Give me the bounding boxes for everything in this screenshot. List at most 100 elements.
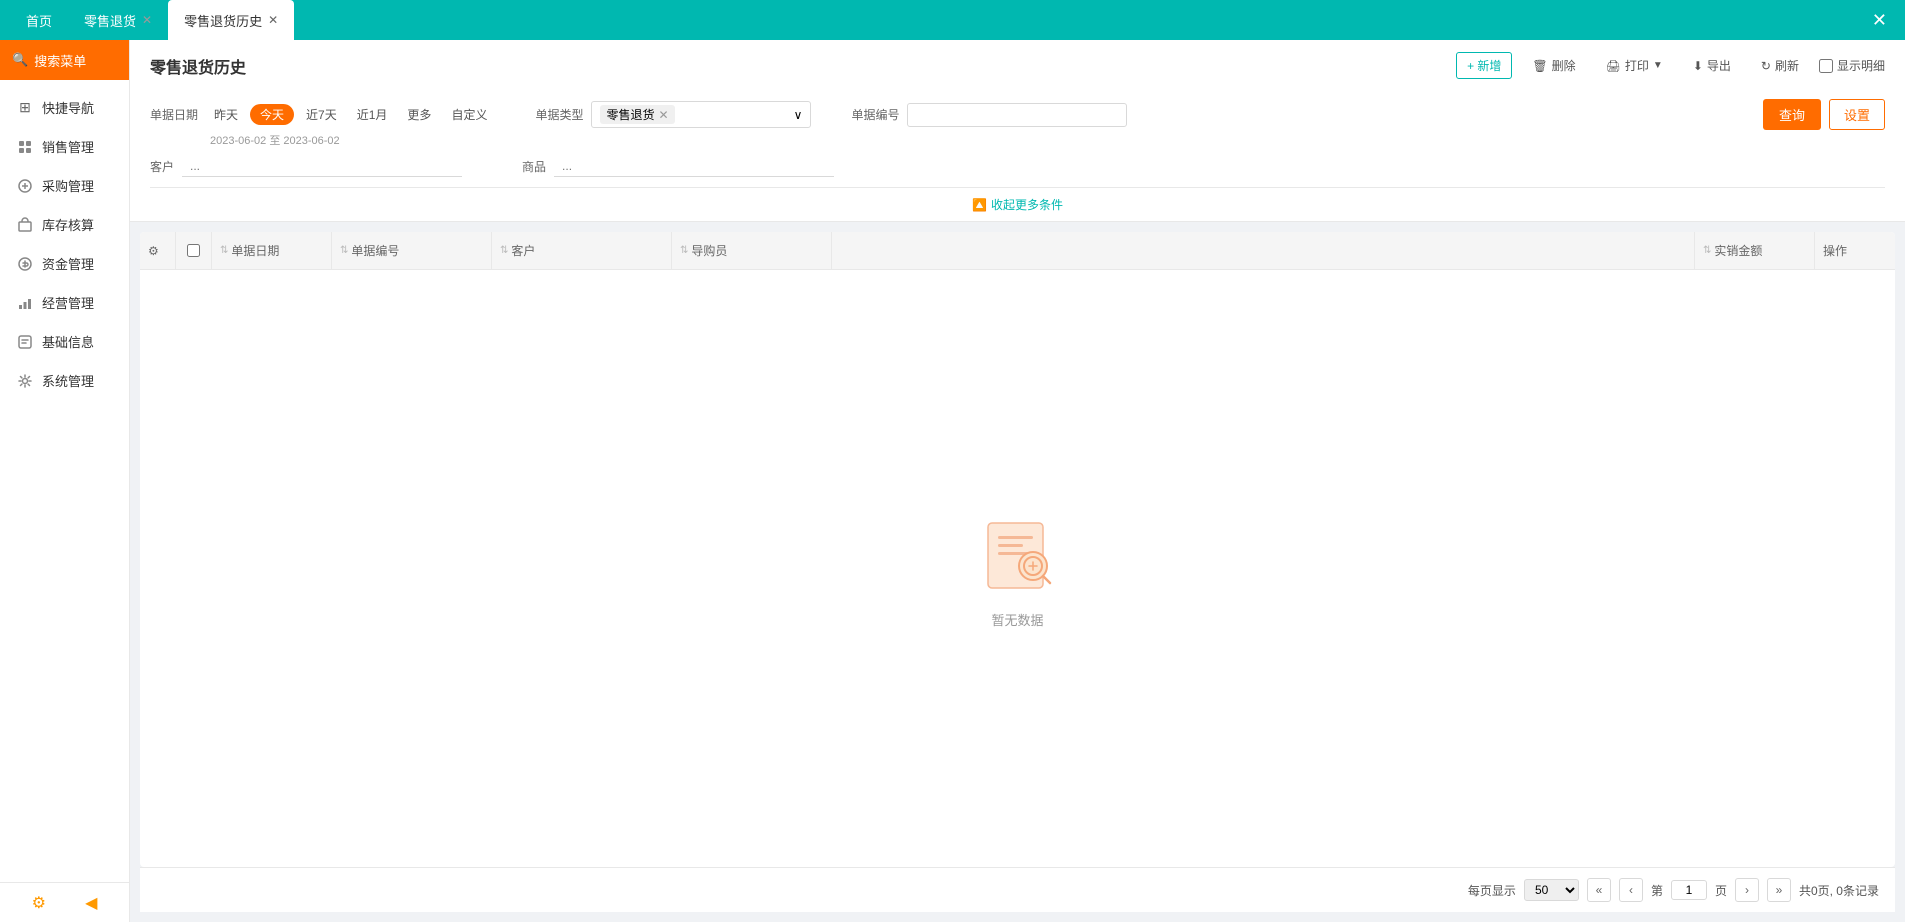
- show-detail-label: 显示明细: [1837, 57, 1885, 74]
- basic-info-icon: [16, 333, 34, 351]
- filter-row-2: 客户 商品: [150, 156, 1885, 177]
- th-guide: ⇅ 导购员: [672, 232, 832, 269]
- tab-retail-return-history[interactable]: 零售退货历史 ✕: [168, 0, 294, 40]
- sidebar-item-basic-info-label: 基础信息: [42, 332, 94, 351]
- sort-amount-icon[interactable]: ⇅: [1703, 245, 1711, 256]
- tab-retail-return-close[interactable]: ✕: [142, 13, 152, 27]
- table-settings-icon[interactable]: ⚙: [148, 244, 159, 258]
- collapse-icon[interactable]: ◀: [85, 893, 97, 913]
- filter-area: 单据日期 昨天 今天 近7天 近1月 更多 自定义 单据类型: [150, 89, 1885, 221]
- sidebar-item-finance[interactable]: 资金管理: [0, 244, 129, 283]
- show-detail-toggle[interactable]: 显示明细: [1819, 57, 1885, 74]
- number-input[interactable]: [907, 103, 1127, 127]
- per-page-label: 每页显示: [1468, 882, 1516, 899]
- sidebar-search[interactable]: 🔍 搜索菜单: [0, 40, 129, 80]
- tab-home[interactable]: 首页: [10, 0, 68, 40]
- type-tag-remove[interactable]: ✕: [658, 108, 668, 122]
- th-guide-label: 导购员: [691, 242, 727, 259]
- th-customer: ⇅ 客户: [492, 232, 672, 269]
- date-option-custom[interactable]: 自定义: [443, 104, 495, 125]
- sidebar-item-purchase-mgmt[interactable]: 采购管理: [0, 166, 129, 205]
- pagination: 每页显示 50 10 20 100 « ‹ 第 页 › » 共0页, 0条记录: [140, 867, 1895, 912]
- date-option-today[interactable]: 今天: [250, 104, 294, 125]
- collapse-button[interactable]: 🔼 收起更多条件: [150, 187, 1885, 221]
- sort-number-icon[interactable]: ⇅: [340, 245, 348, 256]
- delete-button[interactable]: 🗑 🗑 删除 删除: [1522, 52, 1585, 79]
- date-filter-label: 单据日期: [150, 106, 198, 123]
- type-filter: 单据类型 零售退货 ✕ ∨: [535, 101, 811, 128]
- page-input[interactable]: [1671, 880, 1707, 900]
- refresh-button[interactable]: ↻ 刷新: [1751, 52, 1809, 79]
- delete-icon: 🗑: [1532, 59, 1547, 73]
- goods-input[interactable]: [554, 156, 834, 177]
- type-tag-value: 零售退货: [606, 106, 654, 123]
- prev-page-button[interactable]: ‹: [1619, 878, 1643, 902]
- sidebar-item-inventory[interactable]: 库存核算: [0, 205, 129, 244]
- th-amount: ⇅ 实销金额: [1695, 232, 1815, 269]
- collapse-icon: 🔼: [972, 198, 987, 212]
- date-option-more[interactable]: 更多: [399, 104, 439, 125]
- sidebar-item-sales-mgmt[interactable]: 销售管理: [0, 127, 129, 166]
- per-page-select[interactable]: 50 10 20 100: [1524, 879, 1579, 901]
- number-filter-label: 单据编号: [851, 106, 899, 123]
- print-button[interactable]: 🖨 打印 ▼: [1596, 52, 1673, 79]
- print-dropdown-icon: ▼: [1653, 60, 1663, 71]
- sidebar-item-quick-nav-label: 快捷导航: [42, 98, 94, 117]
- main-layout: 🔍 搜索菜单 ⊞ 快捷导航 销售管理 采购管理: [0, 40, 1905, 922]
- tab-list: 首页 零售退货 ✕ 零售退货历史 ✕: [10, 0, 1864, 40]
- system-mgmt-icon: [16, 372, 34, 390]
- th-settings[interactable]: ⚙: [140, 232, 176, 269]
- page-title-row: 零售退货历史 + 新增 🗑 🗑 删除 删除 🖨 打印 ▼ ⬇: [150, 52, 1885, 79]
- show-detail-checkbox[interactable]: [1819, 59, 1833, 73]
- date-option-7days[interactable]: 近7天: [298, 104, 345, 125]
- sidebar-item-inventory-label: 库存核算: [42, 215, 94, 234]
- th-number-label: 单据编号: [351, 242, 399, 259]
- window-close-icon[interactable]: ✕: [1864, 10, 1895, 31]
- th-spacer: [832, 232, 1695, 269]
- sort-date-icon[interactable]: ⇅: [220, 245, 228, 256]
- setting-button[interactable]: 设置: [1829, 99, 1885, 130]
- select-all-checkbox[interactable]: [187, 244, 200, 257]
- last-page-button[interactable]: »: [1767, 878, 1791, 902]
- tab-retail-return-history-close[interactable]: ✕: [268, 13, 278, 27]
- tab-retail-return[interactable]: 零售退货 ✕: [68, 0, 168, 40]
- sidebar-item-system-mgmt[interactable]: 系统管理: [0, 361, 129, 400]
- date-option-yesterday[interactable]: 昨天: [206, 104, 246, 125]
- sidebar-item-basic-info[interactable]: 基础信息: [0, 322, 129, 361]
- quick-nav-icon: ⊞: [16, 99, 34, 117]
- tab-retail-return-history-label: 零售退货历史: [184, 11, 262, 30]
- date-filter: 单据日期 昨天 今天 近7天 近1月 更多 自定义: [150, 104, 495, 125]
- export-button[interactable]: ⬇ 导出: [1683, 52, 1741, 79]
- filter-row-1: 单据日期 昨天 今天 近7天 近1月 更多 自定义 单据类型: [150, 99, 1885, 130]
- top-bar: 首页 零售退货 ✕ 零售退货历史 ✕ ✕: [0, 0, 1905, 40]
- sales-mgmt-icon: [16, 138, 34, 156]
- collapse-label: 收起更多条件: [991, 196, 1063, 213]
- new-button[interactable]: + 新增: [1456, 52, 1512, 79]
- query-button[interactable]: 查询: [1763, 99, 1821, 130]
- sidebar-item-operations[interactable]: 经营管理: [0, 283, 129, 322]
- total-info: 共0页, 0条记录: [1799, 882, 1879, 899]
- th-checkbox[interactable]: [176, 232, 212, 269]
- date-option-1month[interactable]: 近1月: [349, 104, 396, 125]
- finance-icon: [16, 255, 34, 273]
- page-unit: 页: [1715, 882, 1727, 899]
- first-page-button[interactable]: «: [1587, 878, 1611, 902]
- settings-icon[interactable]: ⚙: [32, 893, 46, 913]
- th-date: ⇅ 单据日期: [212, 232, 332, 269]
- th-date-label: 单据日期: [231, 242, 279, 259]
- type-tag: 零售退货 ✕: [600, 105, 674, 124]
- sidebar-item-quick-nav[interactable]: ⊞ 快捷导航: [0, 88, 129, 127]
- sort-customer-icon[interactable]: ⇅: [500, 245, 508, 256]
- sidebar: 🔍 搜索菜单 ⊞ 快捷导航 销售管理 采购管理: [0, 40, 130, 922]
- sort-guide-icon[interactable]: ⇅: [680, 245, 688, 256]
- inventory-icon: [16, 216, 34, 234]
- sidebar-item-sales-label: 销售管理: [42, 137, 94, 156]
- sidebar-bottom: ⚙ ◀: [0, 882, 129, 922]
- customer-filter: 客户: [150, 156, 462, 177]
- type-dropdown-icon: ∨: [794, 108, 803, 122]
- customer-input[interactable]: [182, 156, 462, 177]
- sidebar-item-purchase-label: 采购管理: [42, 176, 94, 195]
- type-select[interactable]: 零售退货 ✕ ∨: [591, 101, 811, 128]
- refresh-icon: ↻: [1761, 59, 1771, 73]
- next-page-button[interactable]: ›: [1735, 878, 1759, 902]
